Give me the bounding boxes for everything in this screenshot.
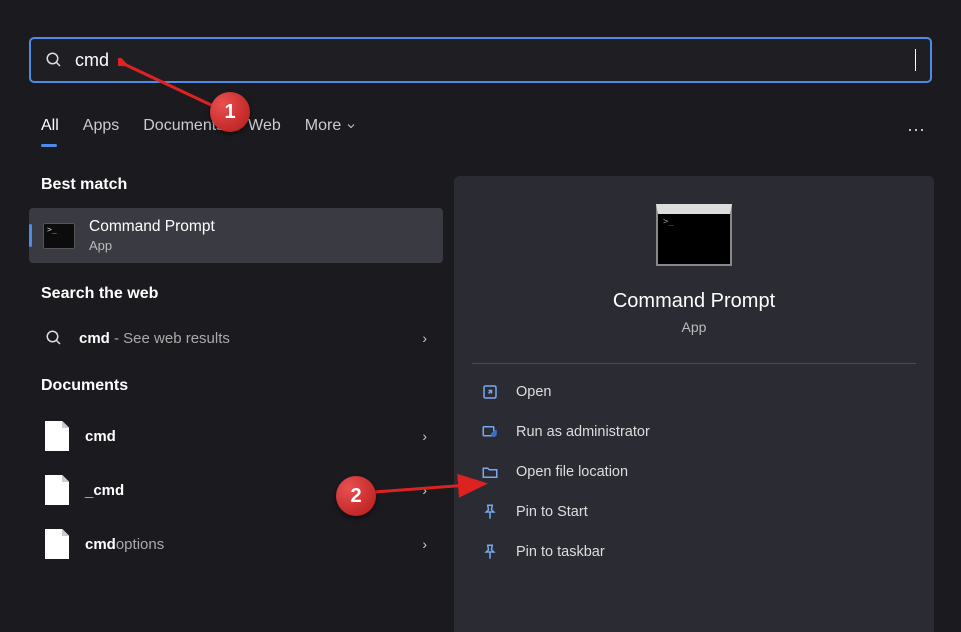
annotation-badge-1: 1 bbox=[210, 92, 250, 132]
pin-icon bbox=[480, 502, 500, 522]
preview-pane: Command Prompt App Open Run as administr… bbox=[454, 176, 934, 632]
search-icon bbox=[45, 329, 63, 347]
filter-tabs: All Apps Documents Web More ⋯ bbox=[41, 112, 927, 148]
action-pin-to-start[interactable]: Pin to Start bbox=[472, 492, 916, 532]
shield-admin-icon bbox=[480, 422, 500, 442]
action-run-as-administrator[interactable]: Run as administrator bbox=[472, 412, 916, 452]
command-prompt-icon bbox=[656, 204, 732, 266]
document-icon bbox=[45, 421, 69, 451]
document-icon bbox=[45, 475, 69, 505]
folder-icon bbox=[480, 462, 500, 482]
preview-title: Command Prompt bbox=[613, 290, 775, 313]
search-bar[interactable] bbox=[29, 37, 932, 83]
annotation-badge-2: 2 bbox=[336, 476, 376, 516]
more-options-button[interactable]: ⋯ bbox=[907, 120, 927, 141]
result-title: Command Prompt bbox=[89, 218, 215, 236]
results-pane: Best match Command Prompt App Search the… bbox=[29, 176, 443, 571]
best-match-result[interactable]: Command Prompt App bbox=[29, 208, 443, 263]
tab-apps[interactable]: Apps bbox=[83, 117, 119, 143]
document-result[interactable]: cmd › bbox=[29, 409, 443, 463]
search-input[interactable] bbox=[75, 39, 915, 81]
preview-subtitle: App bbox=[682, 319, 707, 335]
tab-all[interactable]: All bbox=[41, 117, 59, 143]
chevron-right-icon: › bbox=[422, 482, 427, 498]
section-search-web: Search the web bbox=[41, 285, 431, 303]
divider bbox=[472, 363, 916, 364]
chevron-right-icon: › bbox=[422, 536, 427, 552]
chevron-down-icon bbox=[345, 120, 357, 132]
action-pin-to-taskbar[interactable]: Pin to taskbar bbox=[472, 532, 916, 572]
command-prompt-icon bbox=[43, 223, 75, 249]
tab-more[interactable]: More bbox=[305, 117, 357, 143]
chevron-right-icon: › bbox=[422, 428, 427, 444]
document-result[interactable]: _cmd › bbox=[29, 463, 443, 517]
action-open-file-location[interactable]: Open file location bbox=[472, 452, 916, 492]
section-documents: Documents bbox=[41, 377, 431, 395]
text-caret bbox=[915, 49, 916, 71]
tab-web[interactable]: Web bbox=[248, 117, 281, 143]
document-icon bbox=[45, 529, 69, 559]
open-icon bbox=[480, 382, 500, 402]
pin-icon bbox=[480, 542, 500, 562]
section-best-match: Best match bbox=[41, 176, 431, 194]
document-result[interactable]: cmdoptions › bbox=[29, 517, 443, 571]
action-open[interactable]: Open bbox=[472, 372, 916, 412]
chevron-right-icon: › bbox=[422, 330, 427, 346]
result-subtitle: App bbox=[89, 238, 215, 253]
web-search-result[interactable]: cmd - See web results › bbox=[29, 317, 443, 359]
search-icon bbox=[45, 51, 63, 69]
